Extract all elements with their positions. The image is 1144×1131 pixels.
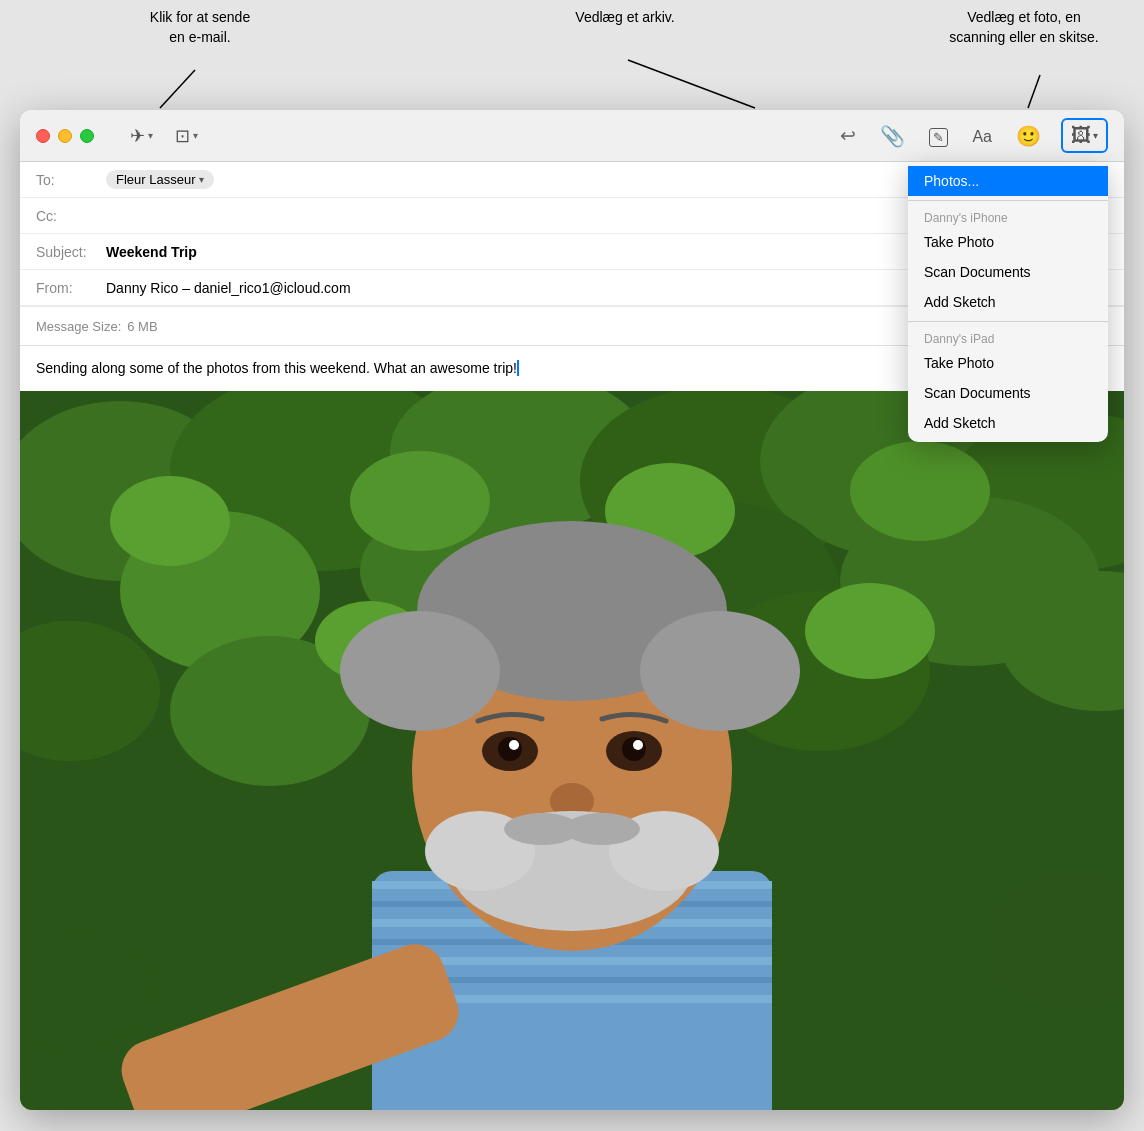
reply-button[interactable]: ↩ xyxy=(836,120,860,151)
message-size-label: Message Size: xyxy=(36,319,121,334)
svg-point-43 xyxy=(633,740,643,750)
recipient-name: Fleur Lasseur xyxy=(116,172,195,187)
svg-point-42 xyxy=(509,740,519,750)
svg-line-2 xyxy=(1028,75,1040,108)
iphone-add-sketch[interactable]: Add Sketch xyxy=(908,287,1108,317)
subject-label: Subject: xyxy=(36,244,106,260)
svg-line-1 xyxy=(628,60,755,108)
ipad-scan-documents[interactable]: Scan Documents xyxy=(908,378,1108,408)
emoji-button[interactable]: 🙂 xyxy=(1012,120,1045,152)
to-label: To: xyxy=(36,172,106,188)
minimize-button[interactable] xyxy=(58,129,72,143)
menu-divider-2 xyxy=(908,321,1108,322)
message-size: Message Size: 6 MB xyxy=(36,319,158,334)
maximize-button[interactable] xyxy=(80,129,94,143)
subject-value[interactable]: Weekend Trip xyxy=(106,244,197,260)
markup-button[interactable]: ✎ xyxy=(925,120,952,151)
message-size-value: 6 MB xyxy=(127,319,157,334)
iphone-take-photo[interactable]: Take Photo xyxy=(908,227,1108,257)
svg-point-19 xyxy=(350,451,490,551)
font-button[interactable]: Aa xyxy=(968,120,996,151)
svg-point-41 xyxy=(622,737,646,761)
dropdown-menu: Photos... Danny's iPhone Take Photo Scan… xyxy=(908,162,1108,442)
callout-send: Klik for at sende en e-mail. xyxy=(110,8,290,47)
body-text-content: Sending along some of the photos from th… xyxy=(36,360,517,376)
svg-point-49 xyxy=(564,813,640,845)
svg-point-36 xyxy=(340,611,500,731)
iphone-section-header: Danny's iPhone xyxy=(908,205,1108,227)
photo-svg xyxy=(20,391,1124,1110)
iphone-scan-documents[interactable]: Scan Documents xyxy=(908,257,1108,287)
callout-arrows xyxy=(0,0,1144,120)
svg-point-24 xyxy=(805,583,935,679)
callout-attach-photo: Vedlæg et foto, en scanning eller en ski… xyxy=(924,8,1124,47)
mail-window: ✈ ▾ ⊡ ▾ ↩ 📎 ✎ Aa 🙂 xyxy=(20,110,1124,1110)
ipad-add-sketch[interactable]: Add Sketch xyxy=(908,408,1108,438)
svg-point-40 xyxy=(498,737,522,761)
svg-point-18 xyxy=(110,476,230,566)
callout-area: Klik for at sende en e-mail. Vedlæg et a… xyxy=(0,0,1144,110)
send-button[interactable]: ✈ ▾ xyxy=(122,121,161,151)
from-label: From: xyxy=(36,280,106,296)
cc-label: Cc: xyxy=(36,208,106,224)
menu-photos[interactable]: Photos... xyxy=(908,166,1108,196)
toolbar-buttons: ✈ ▾ ⊡ ▾ xyxy=(122,121,824,151)
photo-attach-button[interactable]: 🖼 ▾ xyxy=(1061,118,1108,153)
text-cursor xyxy=(517,360,519,376)
menu-divider-1 xyxy=(908,200,1108,201)
toolbar-right: ↩ 📎 ✎ Aa 🙂 🖼 ▾ xyxy=(836,118,1108,153)
format-button[interactable]: ⊡ ▾ xyxy=(167,121,206,151)
traffic-lights xyxy=(36,129,94,143)
toolbar: ✈ ▾ ⊡ ▾ ↩ 📎 ✎ Aa 🙂 xyxy=(20,110,1124,162)
recipient-tag[interactable]: Fleur Lasseur ▾ xyxy=(106,170,214,189)
attach-button[interactable]: 📎 xyxy=(876,120,909,152)
close-button[interactable] xyxy=(36,129,50,143)
svg-line-0 xyxy=(160,70,195,108)
attached-photo xyxy=(20,391,1124,1110)
recipient-chevron: ▾ xyxy=(199,174,204,185)
ipad-section-header: Danny's iPad xyxy=(908,326,1108,348)
mail-body[interactable]: Sending along some of the photos from th… xyxy=(20,346,1124,1110)
from-value: Danny Rico – daniel_rico1@icloud.com xyxy=(106,280,351,296)
callout-attach-file: Vedlæg et arkiv. xyxy=(560,8,690,28)
ipad-take-photo[interactable]: Take Photo xyxy=(908,348,1108,378)
svg-point-37 xyxy=(640,611,800,731)
svg-point-21 xyxy=(850,441,990,541)
